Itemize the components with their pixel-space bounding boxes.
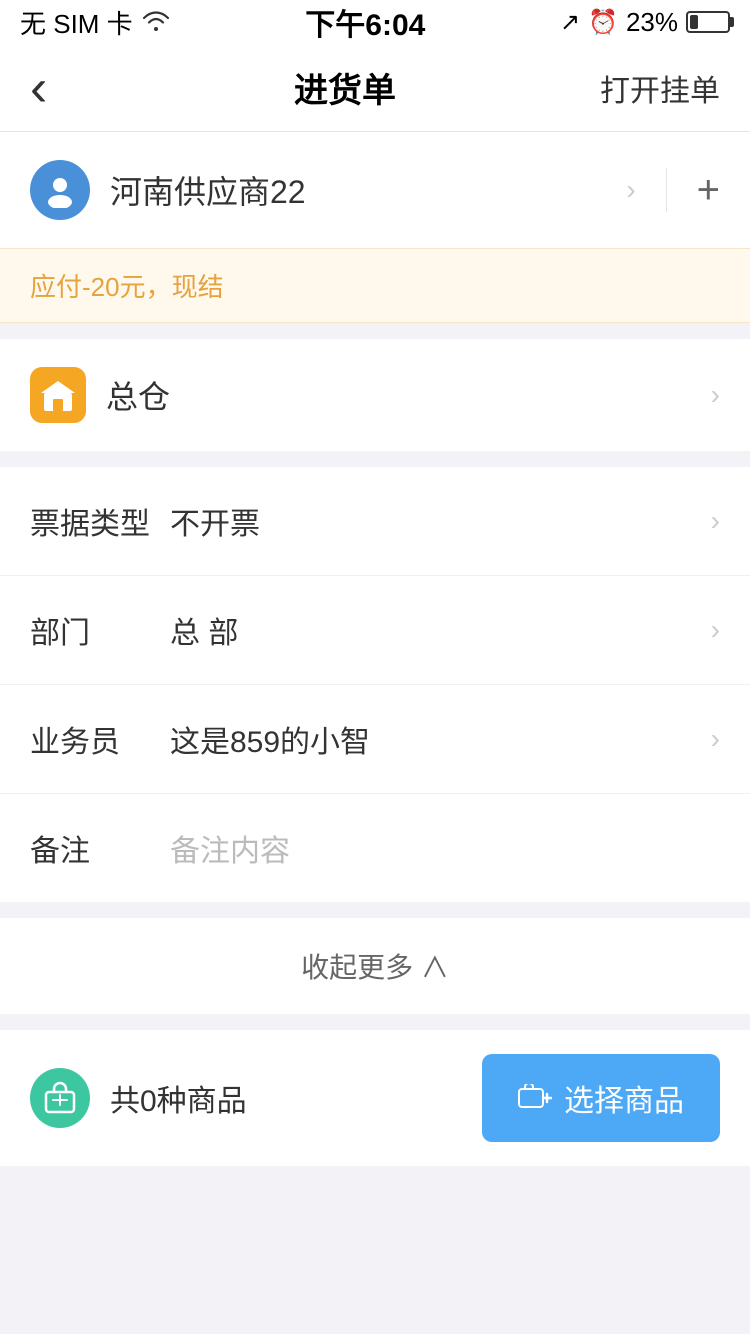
collapse-button[interactable]: 收起更多 ∧ xyxy=(0,918,750,1014)
select-goods-label: 选择商品 xyxy=(564,1076,684,1120)
add-supplier-button[interactable]: + xyxy=(697,168,720,213)
alarm-icon: ⏰ xyxy=(588,8,618,37)
warehouse-row[interactable]: 总仓 › xyxy=(0,339,750,451)
sales-arrow-icon: › xyxy=(711,723,720,755)
goods-icon-wrap xyxy=(30,1068,90,1128)
status-time: 下午6:04 xyxy=(305,0,425,44)
sales-row[interactable]: 业务员 这是859的小智 › xyxy=(0,685,750,794)
supplier-row[interactable]: 河南供应商22 › + xyxy=(0,132,750,248)
department-arrow-icon: › xyxy=(711,614,720,646)
goods-count: 共0种商品 xyxy=(110,1076,482,1120)
invoice-label: 票据类型 xyxy=(30,499,170,543)
supplier-name: 河南供应商22 xyxy=(110,167,626,213)
location-icon: ↗ xyxy=(560,8,580,37)
collapse-label: 收起更多 ∧ xyxy=(301,952,449,983)
select-goods-button[interactable]: 选择商品 xyxy=(482,1054,720,1142)
status-left: 无 SIM 卡 xyxy=(20,4,171,41)
battery-icon xyxy=(686,11,730,33)
supplier-divider xyxy=(666,168,667,212)
notice-bar: 应付-20元，现结 xyxy=(0,248,750,323)
remark-input[interactable]: 备注内容 xyxy=(170,826,720,870)
department-row[interactable]: 部门 总 部 › xyxy=(0,576,750,685)
status-right: ↗ ⏰ 23% xyxy=(560,7,730,38)
invoice-arrow-icon: › xyxy=(711,505,720,537)
back-button[interactable]: ‹ xyxy=(30,58,90,118)
remark-row[interactable]: 备注 备注内容 xyxy=(0,794,750,902)
supplier-arrow-icon: › xyxy=(626,174,635,206)
invoice-row[interactable]: 票据类型 不开票 › xyxy=(0,467,750,576)
sales-label: 业务员 xyxy=(30,717,170,761)
warehouse-arrow-icon: › xyxy=(711,379,720,411)
department-value: 总 部 xyxy=(170,608,711,652)
invoice-value: 不开票 xyxy=(170,499,711,543)
supplier-section: 河南供应商22 › + 应付-20元，现结 xyxy=(0,132,750,323)
bottom-bar: 共0种商品 选择商品 xyxy=(0,1030,750,1166)
warehouse-icon-wrap xyxy=(30,367,86,423)
warehouse-name: 总仓 xyxy=(106,372,711,418)
status-bar: 无 SIM 卡 下午6:04 ↗ ⏰ 23% xyxy=(0,0,750,44)
battery-text: 23% xyxy=(626,7,678,38)
supplier-avatar xyxy=(30,160,90,220)
wifi-icon xyxy=(141,7,171,38)
notice-text: 应付-20元，现结 xyxy=(30,272,224,302)
nav-bar: ‹ 进货单 打开挂单 xyxy=(0,44,750,132)
form-section: 票据类型 不开票 › 部门 总 部 › 业务员 这是859的小智 › 备注 备注… xyxy=(0,467,750,902)
nav-title: 进货单 xyxy=(294,63,396,112)
department-label: 部门 xyxy=(30,608,170,652)
open-pending-button[interactable]: 打开挂单 xyxy=(600,66,720,110)
remark-label: 备注 xyxy=(30,826,170,870)
content: 河南供应商22 › + 应付-20元，现结 总仓 › 票据类型 不开票 › 部门 xyxy=(0,132,750,1166)
sales-value: 这是859的小智 xyxy=(170,717,711,761)
carrier-text: 无 SIM 卡 xyxy=(20,4,133,41)
